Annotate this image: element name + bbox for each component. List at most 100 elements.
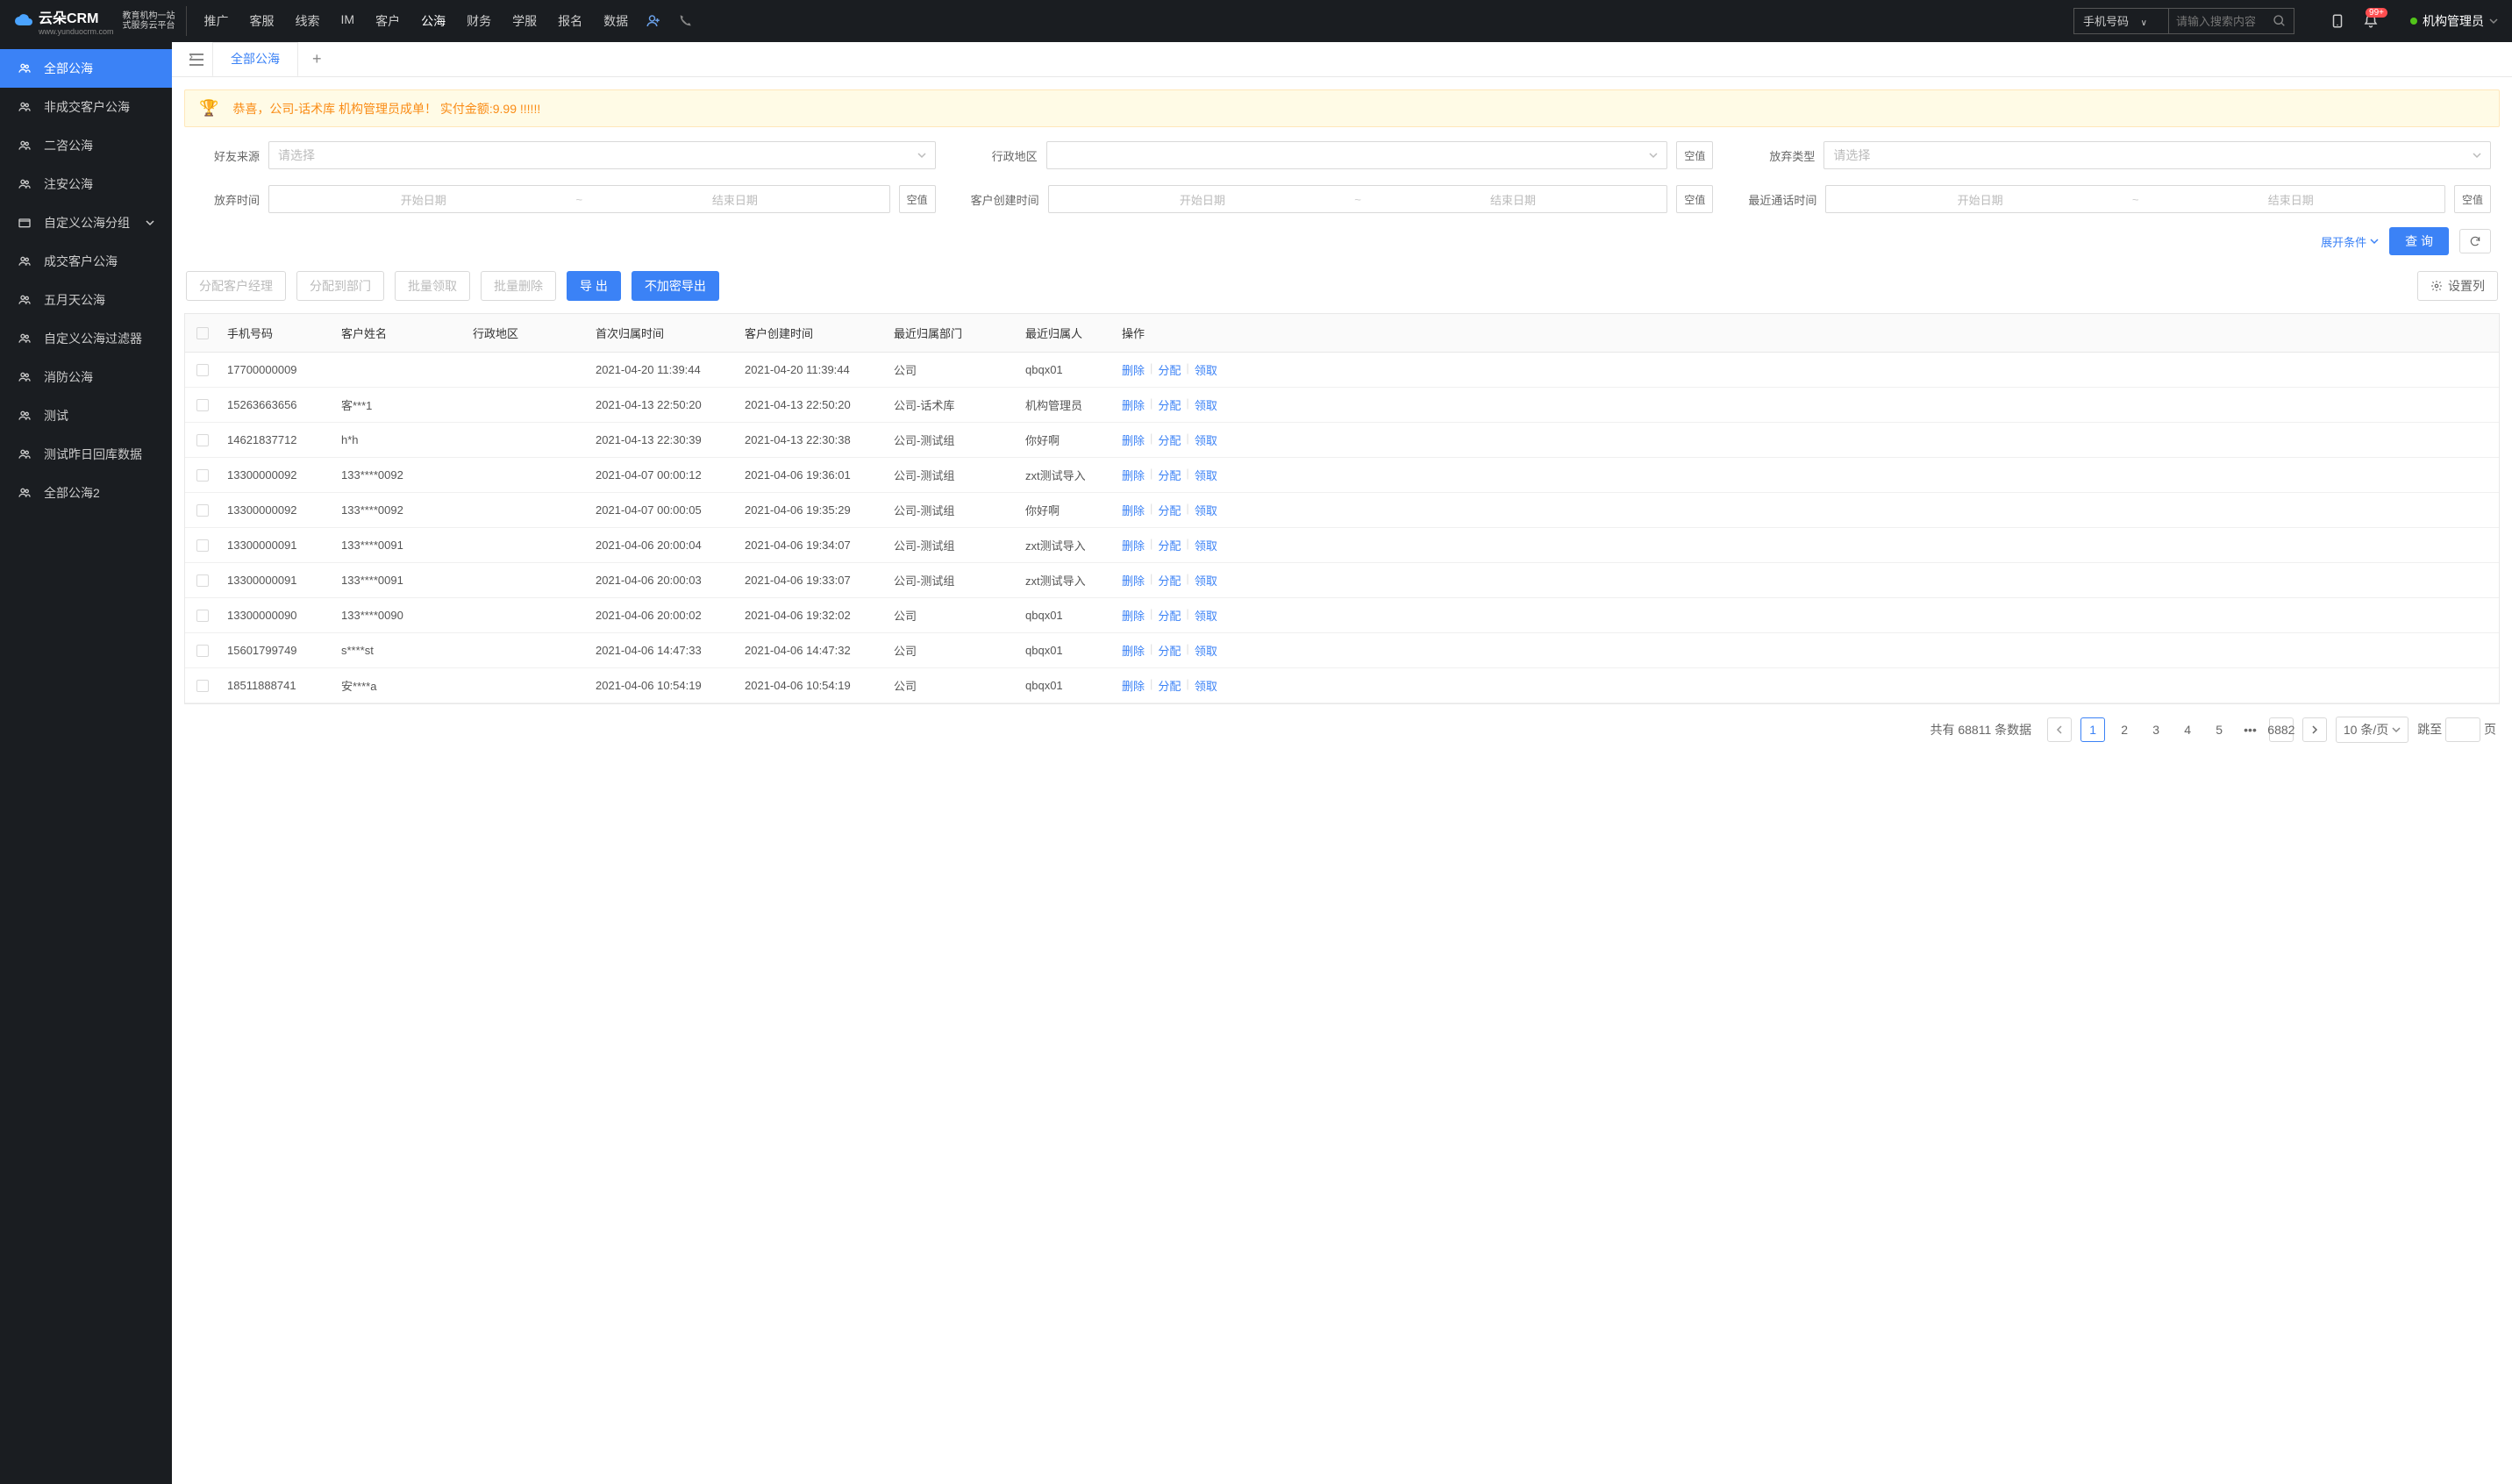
notifications-button[interactable]: 99+: [2363, 13, 2379, 29]
region-null-button[interactable]: 空值: [1676, 141, 1713, 169]
user-menu[interactable]: 机构管理员: [2410, 12, 2498, 30]
search-type-select[interactable]: 手机号码 ∨: [2073, 8, 2169, 34]
sidebar-item[interactable]: 测试昨日回库数据: [0, 435, 172, 474]
sidebar-item[interactable]: 测试: [0, 396, 172, 435]
abandon-type-select[interactable]: 请选择: [1823, 141, 2491, 169]
row-删除-link[interactable]: 删除: [1122, 361, 1145, 378]
assign-dept-button[interactable]: 分配到部门: [296, 271, 384, 301]
batch-claim-button[interactable]: 批量领取: [395, 271, 470, 301]
row-领取-link[interactable]: 领取: [1195, 537, 1217, 553]
page-jump-input[interactable]: [2445, 717, 2480, 742]
page-button[interactable]: 4: [2175, 717, 2200, 742]
nav-item-客服[interactable]: 客服: [250, 12, 275, 30]
sidebar-item[interactable]: 自定义公海分组: [0, 203, 172, 242]
row-分配-link[interactable]: 分配: [1158, 432, 1181, 448]
row-领取-link[interactable]: 领取: [1195, 642, 1217, 659]
row-删除-link[interactable]: 删除: [1122, 677, 1145, 694]
nav-item-推广[interactable]: 推广: [204, 12, 229, 30]
next-page-button[interactable]: [2302, 717, 2327, 742]
nav-item-IM[interactable]: IM: [341, 12, 355, 30]
row-删除-link[interactable]: 删除: [1122, 467, 1145, 483]
row-领取-link[interactable]: 领取: [1195, 677, 1217, 694]
row-checkbox[interactable]: [196, 574, 209, 587]
search-input[interactable]: [2176, 15, 2273, 28]
sidebar-item[interactable]: 全部公海: [0, 49, 172, 88]
row-分配-link[interactable]: 分配: [1158, 396, 1181, 413]
row-删除-link[interactable]: 删除: [1122, 396, 1145, 413]
friend-source-select[interactable]: 请选择: [268, 141, 936, 169]
row-分配-link[interactable]: 分配: [1158, 607, 1181, 624]
page-size-select[interactable]: 10 条/页: [2336, 717, 2409, 743]
row-领取-link[interactable]: 领取: [1195, 396, 1217, 413]
expand-filters-link[interactable]: 展开条件: [2321, 233, 2379, 250]
sidebar-item[interactable]: 成交客户公海: [0, 242, 172, 281]
row-分配-link[interactable]: 分配: [1158, 361, 1181, 378]
row-删除-link[interactable]: 删除: [1122, 642, 1145, 659]
abandon-time-null-button[interactable]: 空值: [899, 185, 936, 213]
row-分配-link[interactable]: 分配: [1158, 537, 1181, 553]
row-checkbox[interactable]: [196, 680, 209, 692]
row-checkbox[interactable]: [196, 434, 209, 446]
sidebar-item[interactable]: 全部公海2: [0, 474, 172, 512]
page-button[interactable]: 5: [2207, 717, 2231, 742]
select-all-checkbox[interactable]: [196, 327, 209, 339]
refresh-button[interactable]: [2459, 229, 2491, 253]
page-button[interactable]: 3: [2144, 717, 2168, 742]
row-checkbox[interactable]: [196, 469, 209, 482]
query-button[interactable]: 查 询: [2389, 227, 2449, 255]
region-select[interactable]: [1046, 141, 1668, 169]
row-checkbox[interactable]: [196, 539, 209, 552]
sidebar-item[interactable]: 消防公海: [0, 358, 172, 396]
export-plain-button[interactable]: 不加密导出: [632, 271, 719, 301]
row-分配-link[interactable]: 分配: [1158, 642, 1181, 659]
sidebar-item[interactable]: 非成交客户公海: [0, 88, 172, 126]
phone-icon[interactable]: [677, 13, 693, 29]
last-call-range[interactable]: 开始日期 ~ 结束日期: [1825, 185, 2445, 213]
nav-item-线索[interactable]: 线索: [296, 12, 320, 30]
device-icon[interactable]: [2330, 13, 2345, 29]
row-checkbox[interactable]: [196, 364, 209, 376]
export-button[interactable]: 导 出: [567, 271, 621, 301]
row-删除-link[interactable]: 删除: [1122, 537, 1145, 553]
row-领取-link[interactable]: 领取: [1195, 432, 1217, 448]
nav-item-数据[interactable]: 数据: [603, 12, 628, 30]
nav-item-报名[interactable]: 报名: [558, 12, 582, 30]
row-领取-link[interactable]: 领取: [1195, 502, 1217, 518]
last-page-button[interactable]: 6882: [2269, 717, 2294, 742]
assign-manager-button[interactable]: 分配客户经理: [186, 271, 286, 301]
create-time-range[interactable]: 开始日期 ~ 结束日期: [1048, 185, 1668, 213]
sidebar-item[interactable]: 自定义公海过滤器: [0, 319, 172, 358]
row-checkbox[interactable]: [196, 645, 209, 657]
abandon-time-range[interactable]: 开始日期 ~ 结束日期: [268, 185, 890, 213]
nav-item-财务[interactable]: 财务: [467, 12, 491, 30]
prev-page-button[interactable]: [2047, 717, 2072, 742]
row-领取-link[interactable]: 领取: [1195, 467, 1217, 483]
add-user-icon[interactable]: [646, 13, 661, 29]
nav-item-客户[interactable]: 客户: [375, 12, 400, 30]
logo[interactable]: 云朵CRM www.yunduocrm.com 教育机构一站 式服务云平台: [14, 6, 187, 36]
row-checkbox[interactable]: [196, 504, 209, 517]
sidebar-item[interactable]: 注安公海: [0, 165, 172, 203]
nav-item-公海[interactable]: 公海: [421, 12, 446, 30]
row-删除-link[interactable]: 删除: [1122, 502, 1145, 518]
batch-delete-button[interactable]: 批量删除: [481, 271, 556, 301]
set-columns-button[interactable]: 设置列: [2417, 271, 2498, 301]
row-领取-link[interactable]: 领取: [1195, 361, 1217, 378]
row-领取-link[interactable]: 领取: [1195, 572, 1217, 589]
tab-all-pool[interactable]: 全部公海: [212, 42, 298, 77]
row-分配-link[interactable]: 分配: [1158, 572, 1181, 589]
row-checkbox[interactable]: [196, 610, 209, 622]
row-删除-link[interactable]: 删除: [1122, 572, 1145, 589]
row-分配-link[interactable]: 分配: [1158, 502, 1181, 518]
row-删除-link[interactable]: 删除: [1122, 607, 1145, 624]
last-call-null-button[interactable]: 空值: [2454, 185, 2491, 213]
page-button[interactable]: 1: [2080, 717, 2105, 742]
nav-item-学服[interactable]: 学服: [512, 12, 537, 30]
row-分配-link[interactable]: 分配: [1158, 677, 1181, 694]
create-time-null-button[interactable]: 空值: [1676, 185, 1713, 213]
row-删除-link[interactable]: 删除: [1122, 432, 1145, 448]
row-分配-link[interactable]: 分配: [1158, 467, 1181, 483]
row-checkbox[interactable]: [196, 399, 209, 411]
tabs-list-icon[interactable]: [181, 54, 212, 66]
sidebar-item[interactable]: 二咨公海: [0, 126, 172, 165]
